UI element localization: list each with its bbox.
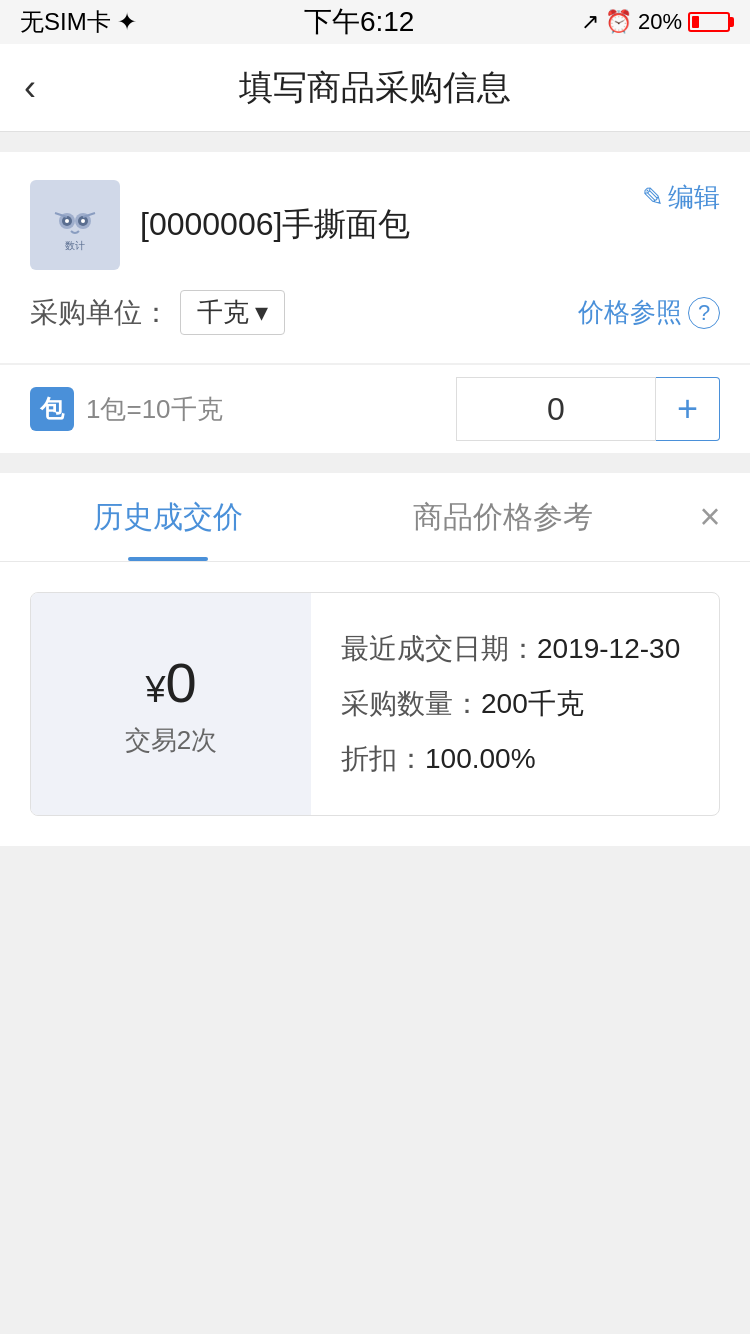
discount-value: 100.00%: [425, 743, 536, 774]
history-price-section: ¥0 交易2次: [31, 593, 311, 815]
discount-row: 折扣：100.00%: [341, 739, 689, 778]
tab-bar: 历史成交价 商品价格参考 ×: [0, 473, 750, 562]
unit-badge: 包: [30, 387, 74, 431]
status-right: ↗ ⏰ 20%: [581, 9, 730, 35]
unit-dropdown-arrow: ▾: [255, 297, 268, 328]
edit-button[interactable]: ✎ 编辑: [642, 180, 720, 215]
location-icon: ↗: [581, 9, 599, 35]
carrier-text: 无SIM卡 ✦: [20, 6, 137, 38]
recent-date-label: 最近成交日期：: [341, 633, 537, 664]
history-detail-section: 最近成交日期：2019-12-30 采购数量：200千克 折扣：100.00%: [311, 593, 719, 815]
product-name: [0000006]手撕面包: [140, 203, 410, 247]
trade-count: 交易2次: [125, 723, 217, 758]
product-unit-row: 采购单位： 千克 ▾ 价格参照 ?: [30, 290, 720, 335]
unit-select[interactable]: 千克 ▾: [180, 290, 285, 335]
price-value: 0: [165, 651, 196, 714]
quantity-input[interactable]: [456, 377, 656, 441]
svg-point-5: [81, 219, 85, 223]
purchase-qty-value: 200千克: [481, 688, 584, 719]
product-left: 数计 [0000006]手撕面包: [30, 180, 410, 270]
nav-bar: ‹ 填写商品采购信息: [0, 44, 750, 132]
price-ref-help-icon: ?: [688, 297, 720, 329]
recent-date-row: 最近成交日期：2019-12-30: [341, 629, 689, 668]
quantity-unit-info: 包 1包=10千克: [30, 387, 223, 431]
alarm-icon: ⏰: [605, 9, 632, 35]
tab-history-price[interactable]: 历史成交价: [0, 473, 335, 561]
tab-price-reference[interactable]: 商品价格参考: [335, 473, 670, 561]
tab-section: 历史成交价 商品价格参考 × ¥0 交易2次 最近成交日期：2019-12-30…: [0, 473, 750, 846]
bottom-area: [0, 846, 750, 1334]
price-ref-button[interactable]: 价格参照 ?: [578, 295, 720, 330]
back-button[interactable]: ‹: [24, 67, 36, 109]
price-ref-label: 价格参照: [578, 295, 682, 330]
product-header: 数计 [0000006]手撕面包 ✎ 编辑: [30, 180, 720, 270]
quantity-control: +: [456, 377, 720, 441]
edit-label: 编辑: [668, 180, 720, 215]
status-left: 无SIM卡 ✦: [20, 6, 137, 38]
unit-value: 千克: [197, 295, 249, 330]
history-price: ¥0: [145, 650, 196, 715]
unit-label: 采购单位：: [30, 294, 170, 332]
tab-close-button[interactable]: ×: [670, 473, 750, 561]
quantity-section: 包 1包=10千克 +: [0, 365, 750, 453]
purchase-qty-row: 采购数量：200千克: [341, 684, 689, 723]
svg-text:数计: 数计: [65, 240, 85, 251]
quantity-plus-button[interactable]: +: [656, 377, 720, 441]
history-card: ¥0 交易2次 最近成交日期：2019-12-30 采购数量：200千克 折扣：…: [30, 592, 720, 816]
recent-date-value: 2019-12-30: [537, 633, 680, 664]
history-content: ¥0 交易2次 最近成交日期：2019-12-30 采购数量：200千克 折扣：…: [0, 562, 750, 846]
status-time: 下午6:12: [304, 3, 415, 41]
product-card: 数计 [0000006]手撕面包 ✎ 编辑 采购单位： 千克 ▾ 价格参照 ?: [0, 152, 750, 363]
discount-label: 折扣：: [341, 743, 425, 774]
product-logo-icon: 数计: [45, 195, 105, 255]
battery-icon: [688, 12, 730, 32]
battery-pct: 20%: [638, 9, 682, 35]
edit-icon: ✎: [642, 182, 664, 213]
purchase-qty-label: 采购数量：: [341, 688, 481, 719]
page-title: 填写商品采购信息: [239, 65, 511, 111]
svg-point-4: [65, 219, 69, 223]
product-thumbnail: 数计: [30, 180, 120, 270]
price-currency: ¥: [145, 669, 165, 710]
status-bar: 无SIM卡 ✦ 下午6:12 ↗ ⏰ 20%: [0, 0, 750, 44]
unit-conversion: 1包=10千克: [86, 392, 223, 427]
